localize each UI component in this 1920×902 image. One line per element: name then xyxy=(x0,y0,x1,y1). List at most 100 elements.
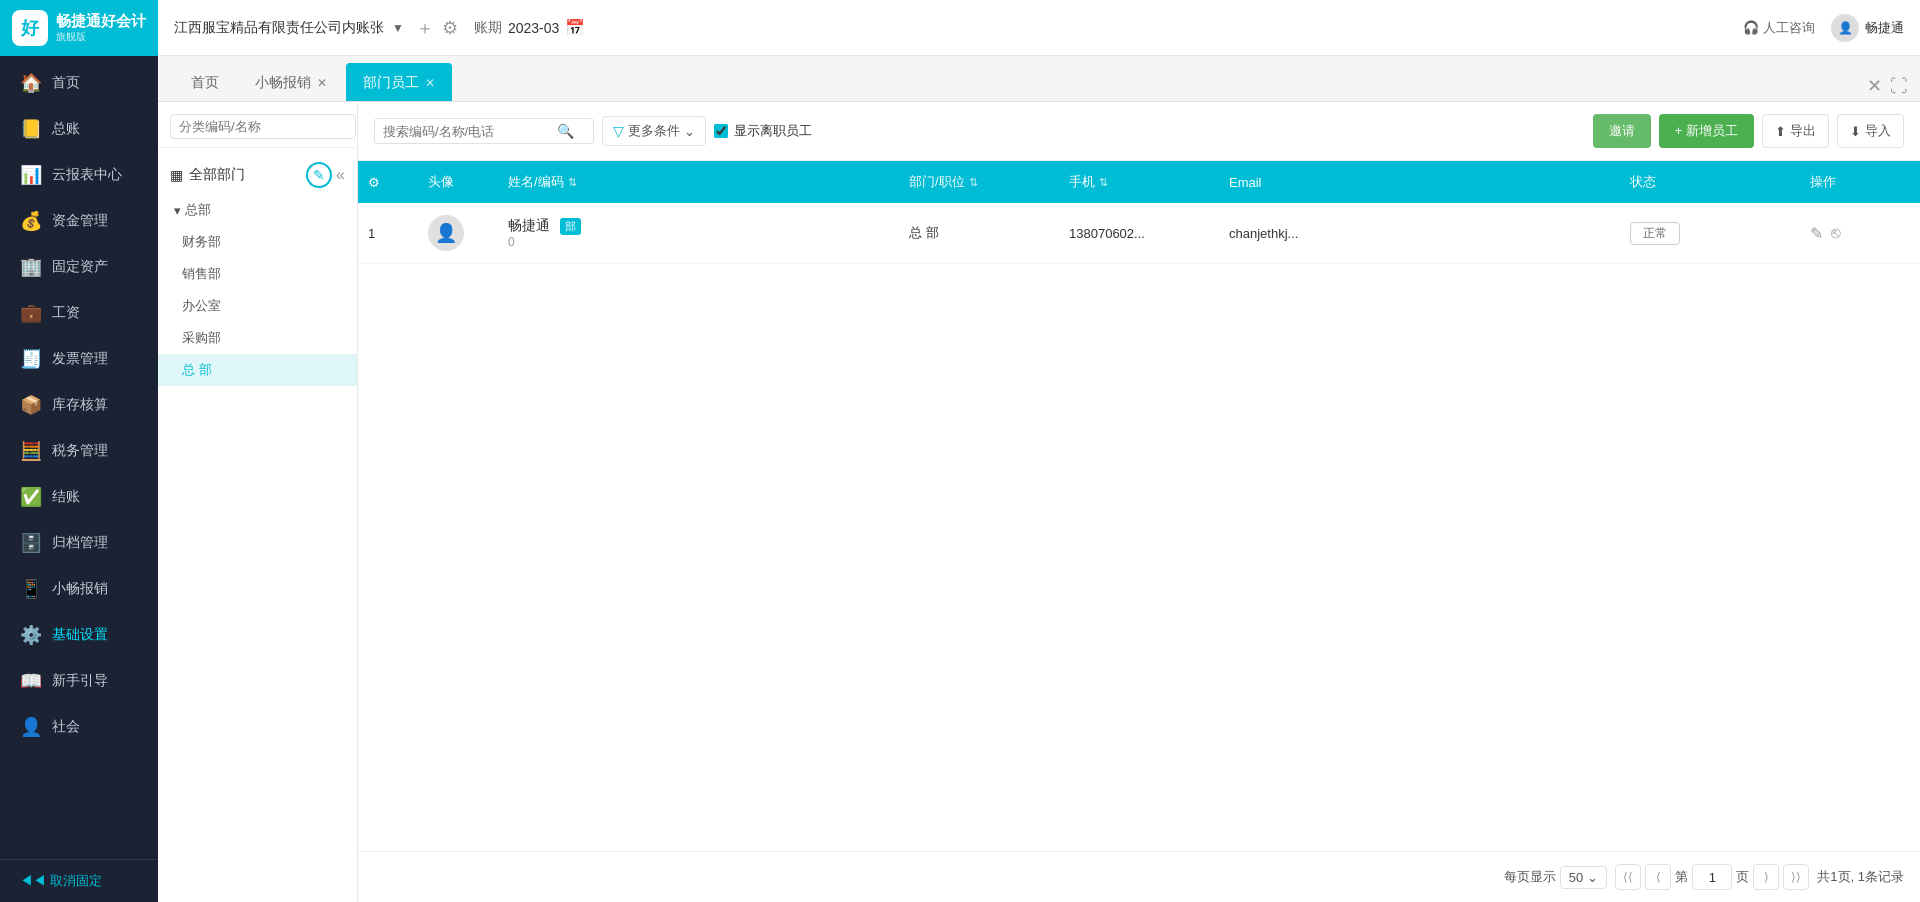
edit-employee-icon[interactable]: ✎ xyxy=(1810,224,1823,243)
import-button[interactable]: ⬇ 导入 xyxy=(1837,114,1904,148)
toolbar-right-actions: 邀请 + 新增员工 ⬆ 导出 ⬇ 导入 xyxy=(1593,114,1904,148)
main-area: 江西服宝精品有限责任公司内账张 ▼ ＋ ⚙ 账期 2023-03 📅 🎧 人工咨… xyxy=(158,0,1920,902)
sidebar-item-inventory[interactable]: 📦 库存核算 xyxy=(0,382,158,428)
tab-expense[interactable]: 小畅报销 ✕ xyxy=(238,63,344,101)
th-avatar: 头像 xyxy=(418,161,498,203)
funds-icon: 💰 xyxy=(20,210,42,232)
sidebar-item-invoice[interactable]: 🧾 发票管理 xyxy=(0,336,158,382)
page-input[interactable] xyxy=(1692,864,1732,890)
ledger-icon: 📒 xyxy=(20,118,42,140)
grid-icon: ▦ xyxy=(170,167,183,183)
tab-employees-close[interactable]: ✕ xyxy=(425,76,435,90)
right-panel: 🔍 ▽ 更多条件 ⌄ 显示离职员工 邀请 + 新增员工 ⬆ 导出 xyxy=(358,102,1920,902)
sidebar: 好 畅捷通好会计 旗舰版 🏠 首页 📒 总账 📊 云报表中心 💰 资金管理 🏢 … xyxy=(0,0,158,902)
tabbar: 首页 小畅报销 ✕ 部门员工 ✕ ✕ ⛶ xyxy=(158,56,1920,102)
invite-button[interactable]: 邀请 xyxy=(1593,114,1651,148)
dept-item-sales[interactable]: 销售部 xyxy=(158,258,357,290)
th-name[interactable]: 姓名/编码 ⇅ xyxy=(498,161,899,203)
company-dropdown-icon[interactable]: ▼ xyxy=(392,21,404,35)
tab-employees-label: 部门员工 xyxy=(363,74,419,92)
prev-page-button[interactable]: ⟨ xyxy=(1645,864,1671,890)
sidebar-item-expense[interactable]: 📱 小畅报销 xyxy=(0,566,158,612)
reports-icon: 📊 xyxy=(20,164,42,186)
th-settings[interactable]: ⚙ xyxy=(358,161,418,203)
td-name: 畅捷通 部 0 xyxy=(498,203,899,263)
sidebar-item-tax[interactable]: 🧮 税务管理 xyxy=(0,428,158,474)
page-total-info: 共1页, 1条记录 xyxy=(1817,868,1904,886)
close-books-icon: ✅ xyxy=(20,486,42,508)
tab-close-icon[interactable]: ✕ xyxy=(1867,75,1882,97)
status-badge: 正常 xyxy=(1630,222,1680,245)
add-employee-button[interactable]: + 新增员工 xyxy=(1659,114,1754,148)
dept-item-purchase[interactable]: 采购部 xyxy=(158,322,357,354)
social-icon: 👤 xyxy=(20,716,42,738)
sidebar-item-guide[interactable]: 📖 新手引导 xyxy=(0,658,158,704)
dept-edit-icon[interactable]: ✎ xyxy=(306,162,332,188)
th-phone-sort-icon[interactable]: ⇅ xyxy=(1099,176,1108,189)
last-page-button[interactable]: ⟩⟩ xyxy=(1783,864,1809,890)
tab-employees[interactable]: 部门员工 ✕ xyxy=(346,63,452,101)
per-page-label: 每页显示 xyxy=(1504,868,1556,886)
show-resigned-checkbox-label[interactable]: 显示离职员工 xyxy=(714,122,812,140)
sidebar-item-archive[interactable]: 🗄️ 归档管理 xyxy=(0,520,158,566)
th-dept-sort-icon[interactable]: ⇅ xyxy=(969,176,978,189)
export-icon: ⬆ xyxy=(1775,124,1786,139)
app-logo-text: 畅捷通好会计 旗舰版 xyxy=(56,12,146,44)
dept-item-finance[interactable]: 财务部 xyxy=(158,226,357,258)
per-page-chevron-icon: ⌄ xyxy=(1587,870,1598,885)
assets-icon: 🏢 xyxy=(20,256,42,278)
employee-toolbar: 🔍 ▽ 更多条件 ⌄ 显示离职员工 邀请 + 新增员工 ⬆ 导出 xyxy=(358,102,1920,161)
employee-search-input[interactable] xyxy=(383,124,553,139)
sidebar-item-reports[interactable]: 📊 云报表中心 xyxy=(0,152,158,198)
support-button[interactable]: 🎧 人工咨询 xyxy=(1743,19,1815,37)
sidebar-item-settings[interactable]: ⚙️ 基础设置 xyxy=(0,612,158,658)
td-index: 1 xyxy=(358,203,418,263)
sidebar-item-salary[interactable]: 💼 工资 xyxy=(0,290,158,336)
delete-employee-icon[interactable]: ⎋ xyxy=(1831,224,1841,242)
employee-search-icon[interactable]: 🔍 xyxy=(557,123,574,139)
salary-icon: 💼 xyxy=(20,302,42,324)
per-page-dropdown[interactable]: 50 ⌄ xyxy=(1560,866,1607,889)
next-page-button[interactable]: ⟩ xyxy=(1753,864,1779,890)
page-size-selector: 每页显示 50 ⌄ xyxy=(1504,866,1607,889)
page-suffix: 页 xyxy=(1736,868,1749,886)
topbar-settings-icon[interactable]: ⚙ xyxy=(442,17,458,39)
dept-search-input[interactable] xyxy=(170,114,356,139)
dept-header-icons: ✎ « xyxy=(306,162,345,188)
sidebar-item-ledger[interactable]: 📒 总账 xyxy=(0,106,158,152)
user-menu[interactable]: 👤 畅捷通 xyxy=(1831,14,1904,42)
tab-home[interactable]: 首页 xyxy=(174,63,236,101)
table-header: ⚙ 头像 姓名/编码 ⇅ 部门/职位 ⇅ 手机 ⇅ xyxy=(358,161,1920,203)
sidebar-item-assets[interactable]: 🏢 固定资产 xyxy=(0,244,158,290)
th-dept[interactable]: 部门/职位 ⇅ xyxy=(899,161,1059,203)
show-resigned-checkbox[interactable] xyxy=(714,124,728,138)
expand-arrow-icon: ▾ xyxy=(174,203,181,218)
filter-chevron-icon: ⌄ xyxy=(684,124,695,139)
tax-icon: 🧮 xyxy=(20,440,42,462)
sidebar-item-funds[interactable]: 💰 资金管理 xyxy=(0,198,158,244)
sidebar-item-social[interactable]: 👤 社会 xyxy=(0,704,158,750)
th-phone[interactable]: 手机 ⇅ xyxy=(1059,161,1219,203)
app-logo-icon: 好 xyxy=(12,10,48,46)
td-email: chanjethkj... xyxy=(1219,203,1620,263)
sidebar-item-home[interactable]: 🏠 首页 xyxy=(0,60,158,106)
department-tree: ▦ 全部部门 ✎ « ▾ 总部 财务部 销售部 xyxy=(158,148,357,902)
th-name-sort-icon[interactable]: ⇅ xyxy=(568,176,577,189)
add-company-icon[interactable]: ＋ xyxy=(416,16,434,40)
tab-expand-icon[interactable]: ⛶ xyxy=(1890,76,1908,97)
period-selector[interactable]: 账期 2023-03 📅 xyxy=(474,18,585,37)
dept-item-general[interactable]: 总 部 xyxy=(158,354,357,386)
all-departments-header[interactable]: ▦ 全部部门 ✎ « xyxy=(158,156,357,194)
home-icon: 🏠 xyxy=(20,72,42,94)
filter-button[interactable]: ▽ 更多条件 ⌄ xyxy=(602,116,706,146)
tab-expense-close[interactable]: ✕ xyxy=(317,76,327,90)
sidebar-item-close[interactable]: ✅ 结账 xyxy=(0,474,158,520)
filter-icon: ▽ xyxy=(613,123,624,139)
td-phone: 138070602... xyxy=(1059,203,1219,263)
export-button[interactable]: ⬆ 导出 xyxy=(1762,114,1829,148)
cancel-fixed-button[interactable]: ◀◀ 取消固定 xyxy=(0,859,158,902)
dept-item-office[interactable]: 办公室 xyxy=(158,290,357,322)
first-page-button[interactable]: ⟨⟨ xyxy=(1615,864,1641,890)
dept-collapse-icon[interactable]: « xyxy=(336,166,345,184)
dept-tree-parent-node[interactable]: ▾ 总部 xyxy=(158,194,357,226)
